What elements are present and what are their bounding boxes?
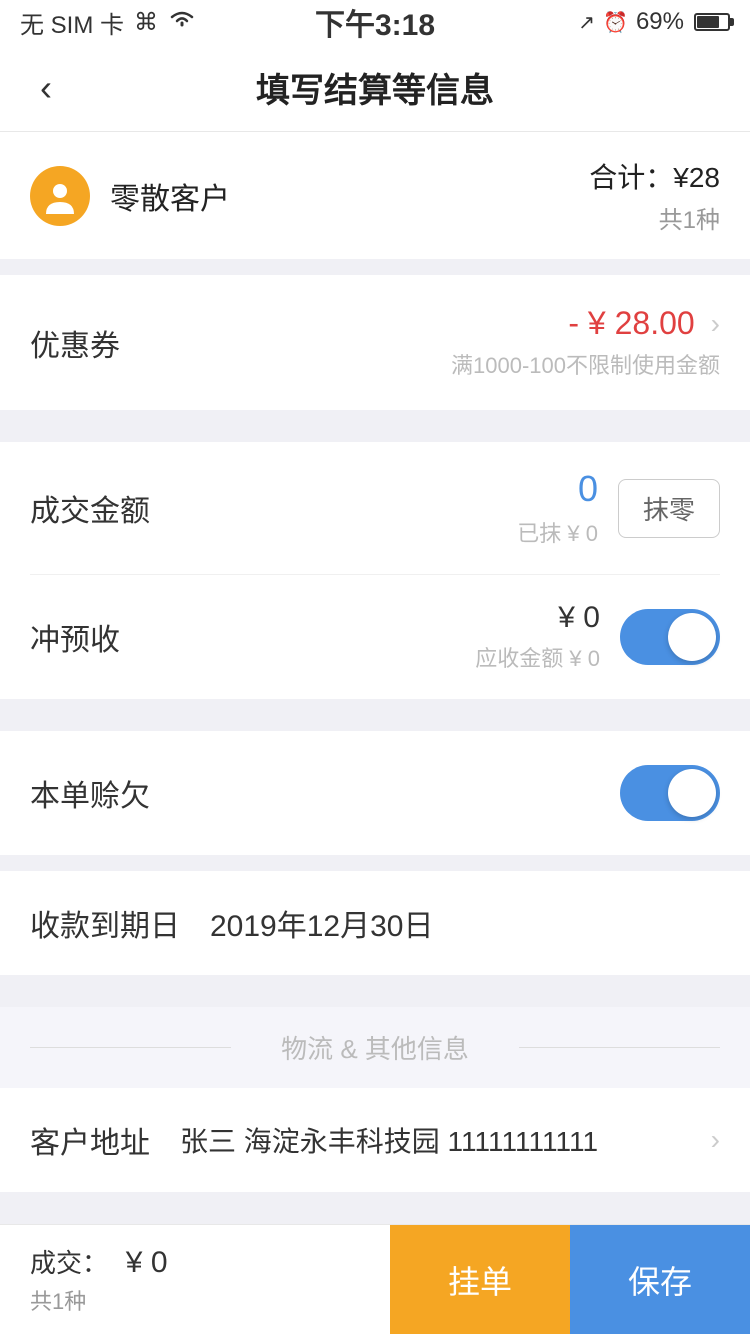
status-right: ↗ ⏰ 69%: [578, 8, 730, 36]
duedate-value[interactable]: 2019年12月30日: [210, 901, 433, 945]
location-icon: ↗: [578, 10, 595, 35]
status-bar: 无 SIM 卡 ⌘ 下午3:18 ↗ ⏰ 69%: [0, 0, 750, 44]
amount-value[interactable]: 0: [517, 468, 598, 510]
page-title: 填写结算等信息: [256, 63, 494, 112]
duedate-row: 收款到期日 2019年12月30日: [30, 901, 720, 945]
customer-left: 零散客户: [30, 166, 230, 226]
address-chevron-icon: ›: [711, 1124, 720, 1156]
status-left: 无 SIM 卡 ⌘: [20, 5, 196, 40]
amount-sub: 已抹 ¥ 0: [517, 516, 598, 548]
customer-row: 零散客户 合计：¥28 共1种: [0, 132, 750, 259]
debt-row: 本单赊欠: [30, 731, 720, 855]
round-button[interactable]: 抹零: [618, 479, 720, 538]
address-value: 张三 海淀永丰科技园 11111111111: [180, 1120, 703, 1160]
total-count: 共1种: [589, 200, 720, 235]
wifi-icon: ⌘: [134, 8, 158, 37]
back-button[interactable]: ‹: [30, 57, 62, 119]
logistics-divider: 物流 & 其他信息: [0, 1007, 750, 1088]
debt-section: 本单赊欠: [0, 731, 750, 855]
bottom-count: 共1种: [30, 1284, 360, 1316]
save-button[interactable]: 保存: [570, 1225, 750, 1334]
amount-input-area: 0 已抹 ¥ 0 抹零: [517, 468, 720, 548]
divider-2: [0, 715, 750, 731]
debt-toggle[interactable]: [620, 765, 720, 821]
wifi-signal: [168, 9, 196, 35]
hold-button[interactable]: 挂单: [390, 1225, 570, 1334]
duedate-label: 收款到期日: [30, 901, 180, 945]
prepayment-sub: 应收金额 ¥ 0: [475, 641, 600, 673]
battery-percent: 69%: [636, 8, 684, 36]
prepayment-amount: ¥ 0: [475, 601, 600, 635]
amount-section: 成交金额 0 已抹 ¥ 0 抹零 冲预收 ¥ 0 应收金额 ¥ 0: [0, 442, 750, 699]
coupon-right: - ¥ 28.00 › 满1000-100不限制使用金额: [451, 305, 720, 380]
transaction-amount-row: 成交金额 0 已抹 ¥ 0 抹零: [30, 442, 720, 575]
divider-3: [0, 975, 750, 991]
bottom-deal-amount: ¥ 0: [126, 1246, 168, 1279]
avatar: [30, 166, 90, 226]
customer-right: 合计：¥28 共1种: [589, 156, 720, 235]
prepayment-right: ¥ 0 应收金额 ¥ 0: [475, 601, 720, 673]
status-time: 下午3:18: [315, 0, 435, 44]
coupon-label: 优惠券: [30, 321, 120, 365]
debt-toggle-knob: [668, 769, 716, 817]
bottom-deal-row: 成交： ¥ 0: [30, 1243, 360, 1280]
customer-name: 零散客户: [110, 174, 230, 218]
alarm-icon: ⏰: [603, 10, 628, 35]
divider-line-left: [30, 1047, 231, 1048]
logistics-label: 物流 & 其他信息: [281, 1029, 469, 1066]
content: 零散客户 合计：¥28 共1种 优惠券 - ¥ 28.00 › 满1000-10…: [0, 132, 750, 1328]
coupon-desc: 满1000-100不限制使用金额: [451, 348, 720, 380]
total-amount: 合计：¥28: [589, 156, 720, 196]
coupon-discount: - ¥ 28.00: [568, 305, 694, 342]
carrier-label: 无 SIM 卡: [20, 5, 124, 40]
coupon-section[interactable]: 优惠券 - ¥ 28.00 › 满1000-100不限制使用金额: [0, 275, 750, 410]
debt-label: 本单赊欠: [30, 771, 150, 815]
customer-section: 零散客户 合计：¥28 共1种: [0, 132, 750, 259]
bottom-bar: 成交： ¥ 0 共1种 挂单 保存: [0, 1224, 750, 1334]
divider-line-right: [519, 1047, 720, 1048]
toggle-knob: [668, 613, 716, 661]
duedate-section: 收款到期日 2019年12月30日: [0, 871, 750, 975]
transaction-label: 成交金额: [30, 486, 150, 530]
bottom-deal-label: 成交：: [30, 1248, 108, 1278]
divider-1: [0, 426, 750, 442]
coupon-row[interactable]: 优惠券 - ¥ 28.00 › 满1000-100不限制使用金额: [0, 275, 750, 410]
address-label: 客户地址: [30, 1118, 150, 1162]
prepayment-label: 冲预收: [30, 615, 120, 659]
battery-icon: [694, 13, 730, 31]
prepayment-row: 冲预收 ¥ 0 应收金额 ¥ 0: [30, 575, 720, 699]
chevron-right-icon: ›: [711, 308, 720, 340]
bottom-info: 成交： ¥ 0 共1种: [0, 1243, 390, 1316]
nav-bar: ‹ 填写结算等信息: [0, 44, 750, 132]
prepayment-toggle[interactable]: [620, 609, 720, 665]
address-section[interactable]: 客户地址 张三 海淀永丰科技园 11111111111 ›: [0, 1088, 750, 1192]
